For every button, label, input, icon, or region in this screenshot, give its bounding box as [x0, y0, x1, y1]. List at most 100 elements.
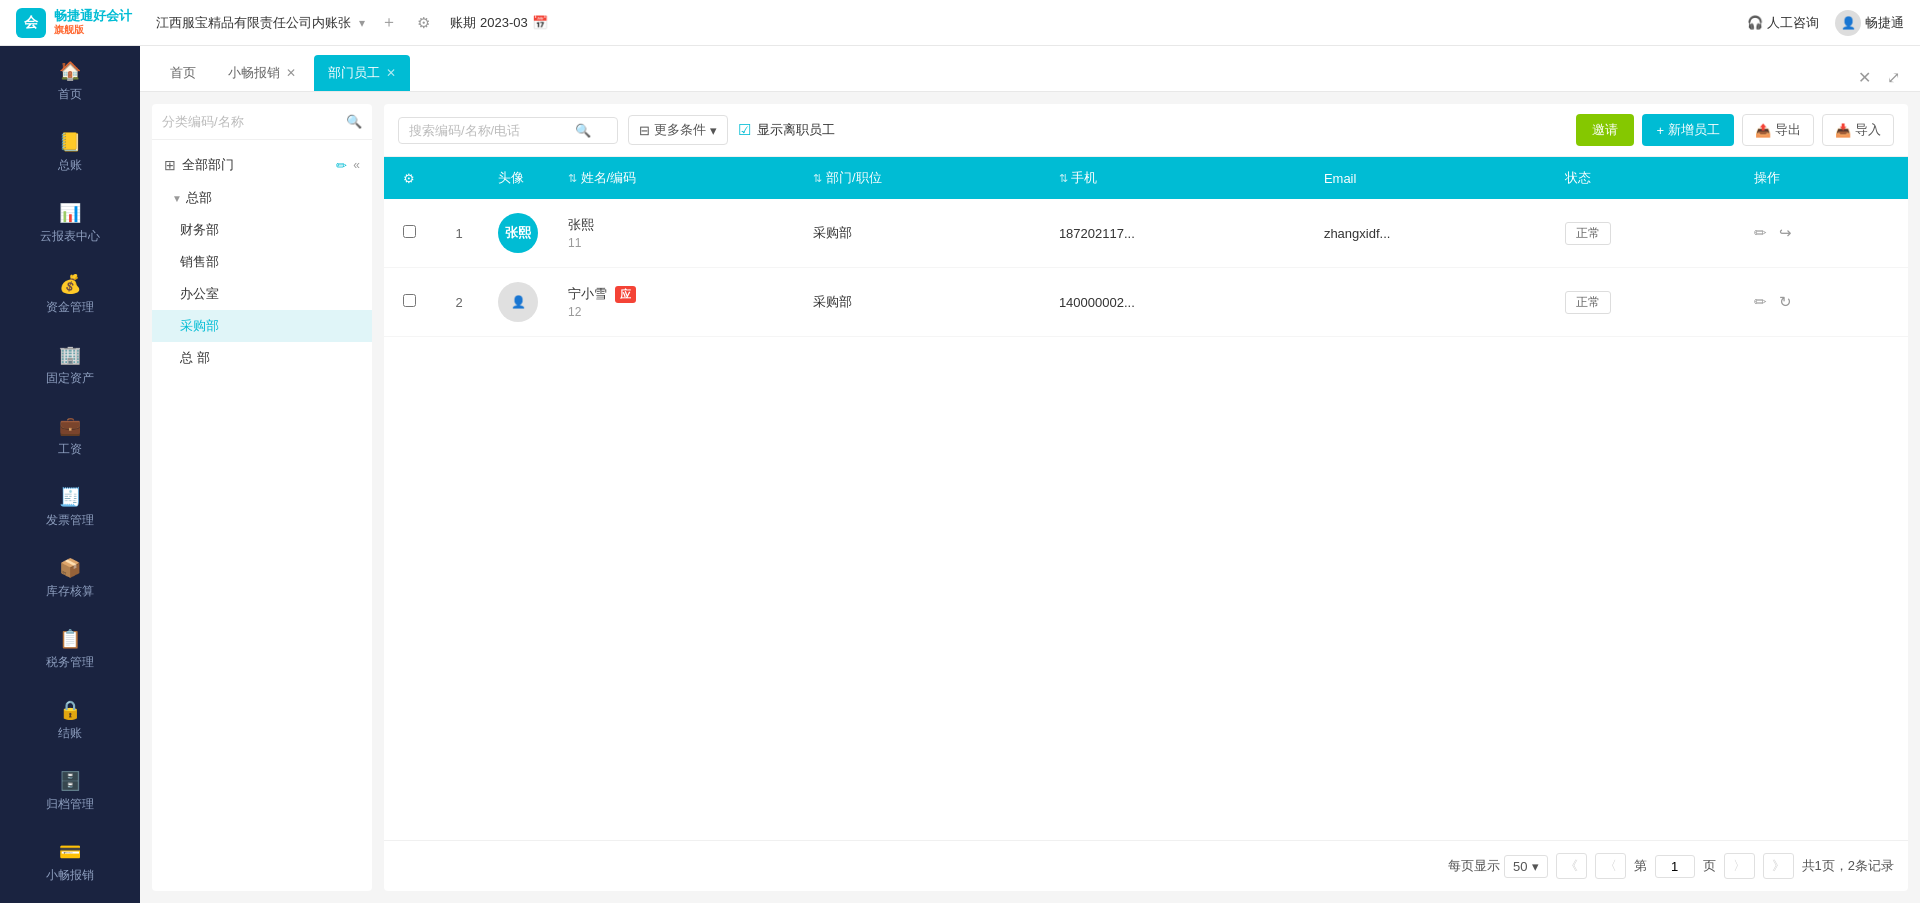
sidebar-label-invoice: 发票管理 — [46, 512, 94, 529]
col-name-code[interactable]: ⇅ 姓名/编码 — [554, 157, 799, 199]
row1-logout-icon[interactable]: ↪ — [1779, 224, 1792, 242]
sidebar-item-assets[interactable]: 🏢 固定资产 — [0, 330, 140, 401]
row1-name-code-block: 张熙 11 — [568, 216, 785, 250]
invite-button[interactable]: 邀请 — [1576, 114, 1634, 146]
import-icon: 📥 — [1835, 123, 1851, 138]
dept-search-input[interactable] — [162, 114, 340, 129]
service-label: 人工咨询 — [1767, 14, 1819, 32]
dept-node-sales[interactable]: 销售部 — [152, 246, 372, 278]
row1-checkbox[interactable] — [384, 199, 434, 268]
page-last-button[interactable]: 》 — [1763, 853, 1794, 879]
dept-node-general-title[interactable]: ▼ 总部 — [152, 182, 372, 214]
content-area: 首页 小畅报销 ✕ 部门员工 ✕ ✕ ⤢ 🔍 — [140, 46, 1920, 903]
dept-edit-icon[interactable]: ✏ — [336, 158, 347, 173]
dept-collapse-icon[interactable]: « — [353, 158, 360, 172]
row1-name: 张熙 — [568, 216, 785, 234]
show-resigned-label: 显示离职员工 — [757, 121, 835, 139]
row2-checkbox[interactable] — [384, 268, 434, 337]
app-title: 畅捷通好会计 — [54, 8, 132, 24]
close-tab-icon[interactable]: ✕ — [1854, 64, 1875, 91]
dept-search-icon[interactable]: 🔍 — [346, 114, 362, 129]
sidebar-label-funds: 资金管理 — [46, 299, 94, 316]
dept-panel: 🔍 ⊞ 全部部门 ✏ « ▼ 总部 — [152, 104, 372, 891]
filter-label: 更多条件 — [654, 121, 706, 139]
headset-icon: 🎧 — [1747, 15, 1763, 30]
dept-node-finance[interactable]: 财务部 — [152, 214, 372, 246]
sidebar-item-tax[interactable]: 📋 税务管理 — [0, 614, 140, 685]
period-label: 账期 — [450, 14, 476, 32]
sidebar-item-payroll[interactable]: 💼 工资 — [0, 401, 140, 472]
company-dropdown-icon[interactable]: ▾ — [359, 16, 365, 30]
row2-name-code-block: 宁小雪 应 12 — [568, 285, 785, 319]
row1-email: zhangxidf... — [1310, 199, 1551, 268]
tab-dept-emp-label: 部门员工 — [328, 64, 380, 82]
tab-dept-emp[interactable]: 部门员工 ✕ — [314, 55, 410, 91]
sidebar-item-expense[interactable]: 💳 小畅报销 — [0, 827, 140, 898]
show-resigned-toggle[interactable]: ☑ 显示离职员工 — [738, 121, 835, 139]
tab-expense-close[interactable]: ✕ — [286, 66, 296, 80]
col-phone[interactable]: ⇅ 手机 — [1045, 157, 1310, 199]
dept-node-hq[interactable]: 总 部 — [152, 342, 372, 374]
filter-button[interactable]: ⊟ 更多条件 ▾ — [628, 115, 728, 145]
sidebar-label-close: 结账 — [58, 725, 82, 742]
expand-tab-icon[interactable]: ⤢ — [1883, 64, 1904, 91]
col-email: Email — [1310, 157, 1551, 199]
row2-badge: 应 — [615, 286, 636, 303]
sidebar-item-home[interactable]: 🏠 首页 — [0, 46, 140, 117]
row2-actions: ✏ ↻ — [1740, 268, 1908, 337]
sidebar-item-funds[interactable]: 💰 资金管理 — [0, 259, 140, 330]
col-dept[interactable]: ⇅ 部门/职位 — [799, 157, 1044, 199]
row2-edit-icon[interactable]: ✏ — [1754, 293, 1767, 311]
sidebar-item-inventory[interactable]: 📦 库存核算 — [0, 543, 140, 614]
add-company-icon[interactable]: ＋ — [381, 12, 397, 33]
export-button[interactable]: 📤 导出 — [1742, 114, 1814, 146]
settings-icon[interactable]: ⚙ — [417, 14, 430, 32]
company-selector[interactable]: 江西服宝精品有限责任公司内账张 ▾ ＋ ⚙ 账期 2023-03 📅 — [156, 12, 1747, 33]
emp-search-box[interactable]: 🔍 — [398, 117, 618, 144]
row2-check[interactable] — [403, 294, 416, 307]
row2-name: 宁小雪 — [568, 286, 607, 301]
page-next-button[interactable]: 〉 — [1724, 853, 1755, 879]
page-prev-button[interactable]: 〈 — [1595, 853, 1626, 879]
row1-check[interactable] — [403, 225, 416, 238]
calendar-icon[interactable]: 📅 — [532, 15, 548, 30]
company-name: 江西服宝精品有限责任公司内账张 — [156, 14, 351, 32]
sidebar-item-settings[interactable]: ⚙️ 基础设置 — [0, 898, 140, 903]
sidebar-item-reports[interactable]: 📊 云报表中心 — [0, 188, 140, 259]
row2-refresh-icon[interactable]: ↻ — [1779, 293, 1792, 311]
add-employee-button[interactable]: + 新增员工 — [1642, 114, 1734, 146]
emp-search-input[interactable] — [409, 123, 569, 138]
user-menu[interactable]: 👤 畅捷通 — [1835, 10, 1904, 36]
row1-edit-icon[interactable]: ✏ — [1754, 224, 1767, 242]
row2-dept: 采购部 — [799, 268, 1044, 337]
sidebar-item-invoice[interactable]: 🧾 发票管理 — [0, 472, 140, 543]
row1-status: 正常 — [1551, 199, 1740, 268]
import-button[interactable]: 📥 导入 — [1822, 114, 1894, 146]
row2-action-group: ✏ ↻ — [1754, 293, 1894, 311]
row1-num: 1 — [434, 199, 484, 268]
row2-avatar: 👤 — [484, 268, 554, 337]
sidebar-label-ledger: 总账 — [58, 157, 82, 174]
page-unit: 页 — [1703, 857, 1716, 875]
page-first-button[interactable]: 《 — [1556, 853, 1587, 879]
sidebar-item-archive[interactable]: 🗄️ 归档管理 — [0, 756, 140, 827]
service-button[interactable]: 🎧 人工咨询 — [1747, 14, 1819, 32]
sidebar-item-ledger[interactable]: 📒 总账 — [0, 117, 140, 188]
col-settings[interactable]: ⚙ — [384, 157, 434, 199]
row1-dept: 采购部 — [799, 199, 1044, 268]
tab-dept-emp-close[interactable]: ✕ — [386, 66, 396, 80]
sidebar-item-close[interactable]: 🔒 结账 — [0, 685, 140, 756]
emp-search-icon[interactable]: 🔍 — [575, 123, 591, 138]
dept-all-header[interactable]: ⊞ 全部部门 ✏ « — [152, 148, 372, 182]
dept-search: 🔍 — [152, 104, 372, 140]
dept-node-office[interactable]: 办公室 — [152, 278, 372, 310]
payroll-icon: 💼 — [59, 415, 81, 437]
dept-label-purchase: 采购部 — [180, 317, 219, 335]
dept-node-purchase[interactable]: 采购部 — [152, 310, 372, 342]
tab-expense[interactable]: 小畅报销 ✕ — [214, 55, 310, 91]
tab-home[interactable]: 首页 — [156, 55, 210, 91]
page-size-box[interactable]: 50 ▾ — [1504, 855, 1547, 878]
tabs-bar: 首页 小畅报销 ✕ 部门员工 ✕ ✕ ⤢ — [140, 46, 1920, 92]
page-input[interactable] — [1655, 855, 1695, 878]
sidebar-label-expense: 小畅报销 — [46, 867, 94, 884]
